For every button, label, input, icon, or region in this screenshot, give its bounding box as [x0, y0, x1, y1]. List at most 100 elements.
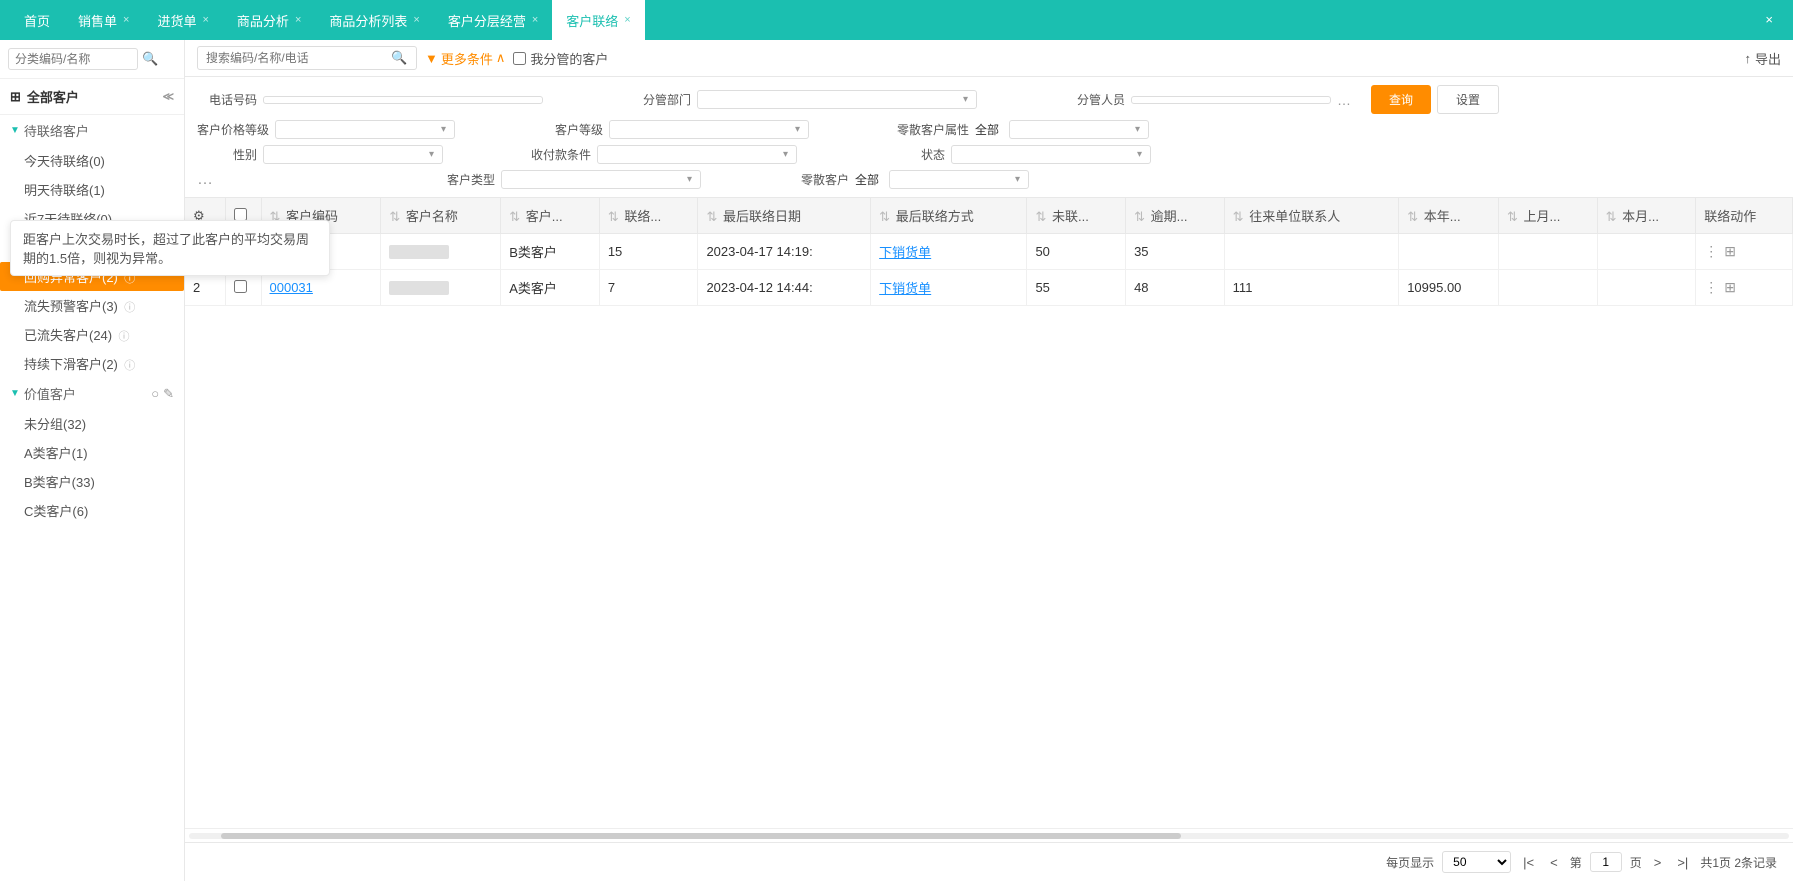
page-label: 第 — [1570, 854, 1582, 871]
row2-last-method[interactable]: 下销货单 — [871, 270, 1027, 306]
filter-manager-input[interactable] — [1131, 96, 1331, 104]
sidebar-item-a-class[interactable]: A类客户(1) — [0, 438, 184, 467]
collapse-icon[interactable]: ≪ — [162, 90, 174, 103]
last-page-btn[interactable]: >| — [1673, 853, 1692, 872]
sidebar-item-b-class[interactable]: B类客户(33) — [0, 467, 184, 496]
sort-date-icon[interactable]: ⇅ — [706, 209, 717, 224]
search-input-wrap: 🔍 — [197, 46, 417, 70]
per-page-select[interactable]: 50 100 200 — [1442, 851, 1511, 873]
sidebar-item-declining[interactable]: 持续下滑客户(2) ⓘ — [0, 349, 184, 378]
filter-customer-grade-select[interactable]: ▾ — [609, 120, 809, 139]
more-dots-btn[interactable]: … — [197, 171, 213, 189]
select-all-checkbox[interactable] — [234, 208, 247, 221]
next-page-btn[interactable]: > — [1650, 853, 1666, 872]
first-page-btn[interactable]: |< — [1519, 853, 1538, 872]
filter-bar: 🔍 ▼ 更多条件 ∧ 我分管的客户 ↑ 导出 — [185, 40, 1793, 77]
col-this-month: ⇅ 本月... — [1597, 198, 1696, 234]
table-header-row: ⚙ ⇅ 客户编码 ⇅ 客户名称 ⇅ 客户... — [185, 198, 1793, 234]
main-search-icon[interactable]: 🔍 — [391, 50, 407, 66]
filter-gender-select[interactable]: ▾ — [263, 145, 443, 164]
nav-tab-customer-segment-label: 客户分层经营 — [448, 11, 526, 30]
sidebar-item-unclassified[interactable]: 未分组(32) — [0, 409, 184, 438]
nav-tab-home[interactable]: 首页 — [10, 0, 64, 40]
filter-payment-select[interactable]: ▾ — [597, 145, 797, 164]
sidebar-item-c-class[interactable]: C类客户(6) — [0, 496, 184, 525]
all-customers-title[interactable]: ⊞ 全部客户 ≪ — [0, 79, 184, 115]
nav-tab-customer-segment-close[interactable]: × — [532, 14, 538, 26]
row1-grid-icon[interactable]: ⊞ — [1724, 243, 1736, 260]
row2-name — [381, 270, 501, 306]
horizontal-scrollbar[interactable] — [185, 828, 1793, 842]
settings-button[interactable]: 设置 — [1437, 85, 1499, 114]
filter-retail-customer-select[interactable]: ▾ — [889, 170, 1029, 189]
page-number-input[interactable] — [1590, 852, 1622, 872]
filter-retail-attr-select[interactable]: ▾ — [1009, 120, 1149, 139]
nav-tab-sales[interactable]: 销售单 × — [64, 0, 143, 40]
row1-this-month — [1597, 234, 1696, 270]
price-grade-arrow-icon: ▾ — [441, 124, 446, 135]
more-filter-button[interactable]: ▼ 更多条件 ∧ — [425, 49, 505, 68]
export-button[interactable]: ↑ 导出 — [1744, 49, 1781, 68]
scrollbar-track — [189, 833, 1789, 839]
sort-overdue-icon[interactable]: ⇅ — [1134, 209, 1145, 224]
col-customer-name: ⇅ 客户名称 — [381, 198, 501, 234]
sidebar-item-churn-warning[interactable]: 流失预警客户(3) ⓘ — [0, 291, 184, 320]
nav-tab-sales-close[interactable]: × — [123, 14, 129, 26]
row2-contact-count: 7 — [599, 270, 698, 306]
row1-link-icon[interactable]: ⋮ — [1704, 243, 1718, 260]
col-overdue: ⇅ 逾期... — [1126, 198, 1225, 234]
add-group-icon[interactable]: ○ — [151, 386, 159, 402]
filter-phone-label: 电话号码 — [197, 91, 257, 108]
filter-price-grade-select[interactable]: ▾ — [275, 120, 455, 139]
sort-method-icon[interactable]: ⇅ — [879, 209, 890, 224]
filter-retail-customer-value: 全部 — [855, 171, 879, 188]
sort-type-icon[interactable]: ⇅ — [509, 209, 520, 224]
sort-contact-icon[interactable]: ⇅ — [608, 209, 619, 224]
filter-phone-input[interactable] — [263, 96, 543, 104]
main-search-input[interactable] — [206, 51, 391, 65]
row2-grid-icon[interactable]: ⊞ — [1724, 279, 1736, 296]
sidebar-item-tomorrow-contact[interactable]: 明天待联络(1) — [0, 175, 184, 204]
sidebar-item-churned[interactable]: 已流失客户(24) ⓘ — [0, 320, 184, 349]
sidebar-search-input[interactable] — [8, 48, 138, 70]
sort-contacts-icon[interactable]: ⇅ — [1233, 209, 1244, 224]
row1-last-date: 2023-04-17 14:19: — [698, 234, 871, 270]
sort-uncontacted-icon[interactable]: ⇅ — [1035, 209, 1046, 224]
nav-tab-purchase-close[interactable]: × — [202, 14, 208, 26]
row2-link-icon[interactable]: ⋮ — [1704, 279, 1718, 296]
sort-thismonth-icon[interactable]: ⇅ — [1606, 209, 1617, 224]
nav-tab-analysis[interactable]: 商品分析 × — [223, 0, 315, 40]
filter-payment: 收付款条件 ▾ — [531, 145, 797, 164]
pending-contact-group[interactable]: ▼ 待联络客户 — [0, 115, 184, 146]
prev-page-btn[interactable]: < — [1546, 853, 1562, 872]
filter-dept-select[interactable]: ▾ — [697, 90, 977, 109]
filter-row-1: 电话号码 分管部门 ▾ 分管人员 … 查询 设置 — [197, 85, 1781, 114]
row1-last-method[interactable]: 下销货单 — [871, 234, 1027, 270]
nav-tab-analysis-list-close[interactable]: × — [413, 14, 419, 26]
close-all-tabs[interactable]: × — [1755, 11, 1783, 29]
my-customer-checkbox-wrap[interactable]: 我分管的客户 — [513, 49, 608, 68]
filter-customer-type-select[interactable]: ▾ — [501, 170, 701, 189]
value-customer-group[interactable]: ▼ 价值客户 ○ ✎ — [0, 378, 184, 409]
sort-lastmonth-icon[interactable]: ⇅ — [1507, 209, 1518, 224]
filter-phone: 电话号码 — [197, 91, 543, 108]
nav-tab-analysis-close[interactable]: × — [295, 14, 301, 26]
nav-tab-customer-segment[interactable]: 客户分层经营 × — [434, 0, 552, 40]
filter-status: 状态 ▾ — [885, 145, 1151, 164]
sort-name-icon[interactable]: ⇅ — [389, 209, 400, 224]
manager-dots-icon[interactable]: … — [1337, 92, 1351, 108]
sidebar-search-icon[interactable]: 🔍 — [142, 51, 158, 67]
nav-tab-customer-contact-close[interactable]: × — [624, 14, 630, 26]
edit-group-icon[interactable]: ✎ — [163, 386, 174, 402]
filter-status-select[interactable]: ▾ — [951, 145, 1151, 164]
nav-tab-purchase[interactable]: 进货单 × — [143, 0, 222, 40]
scrollbar-thumb[interactable] — [221, 833, 1181, 839]
nav-tab-analysis-list[interactable]: 商品分析列表 × — [315, 0, 433, 40]
my-customer-checkbox[interactable] — [513, 52, 526, 65]
search-button[interactable]: 查询 — [1371, 85, 1431, 114]
sidebar-item-today-contact[interactable]: 今天待联络(0) — [0, 146, 184, 175]
row2-checkbox[interactable] — [234, 280, 247, 293]
nav-tab-customer-contact[interactable]: 客户联络 × — [552, 0, 644, 40]
col-contacts: ⇅ 往来单位联系人 — [1224, 198, 1399, 234]
sort-year-icon[interactable]: ⇅ — [1407, 209, 1418, 224]
